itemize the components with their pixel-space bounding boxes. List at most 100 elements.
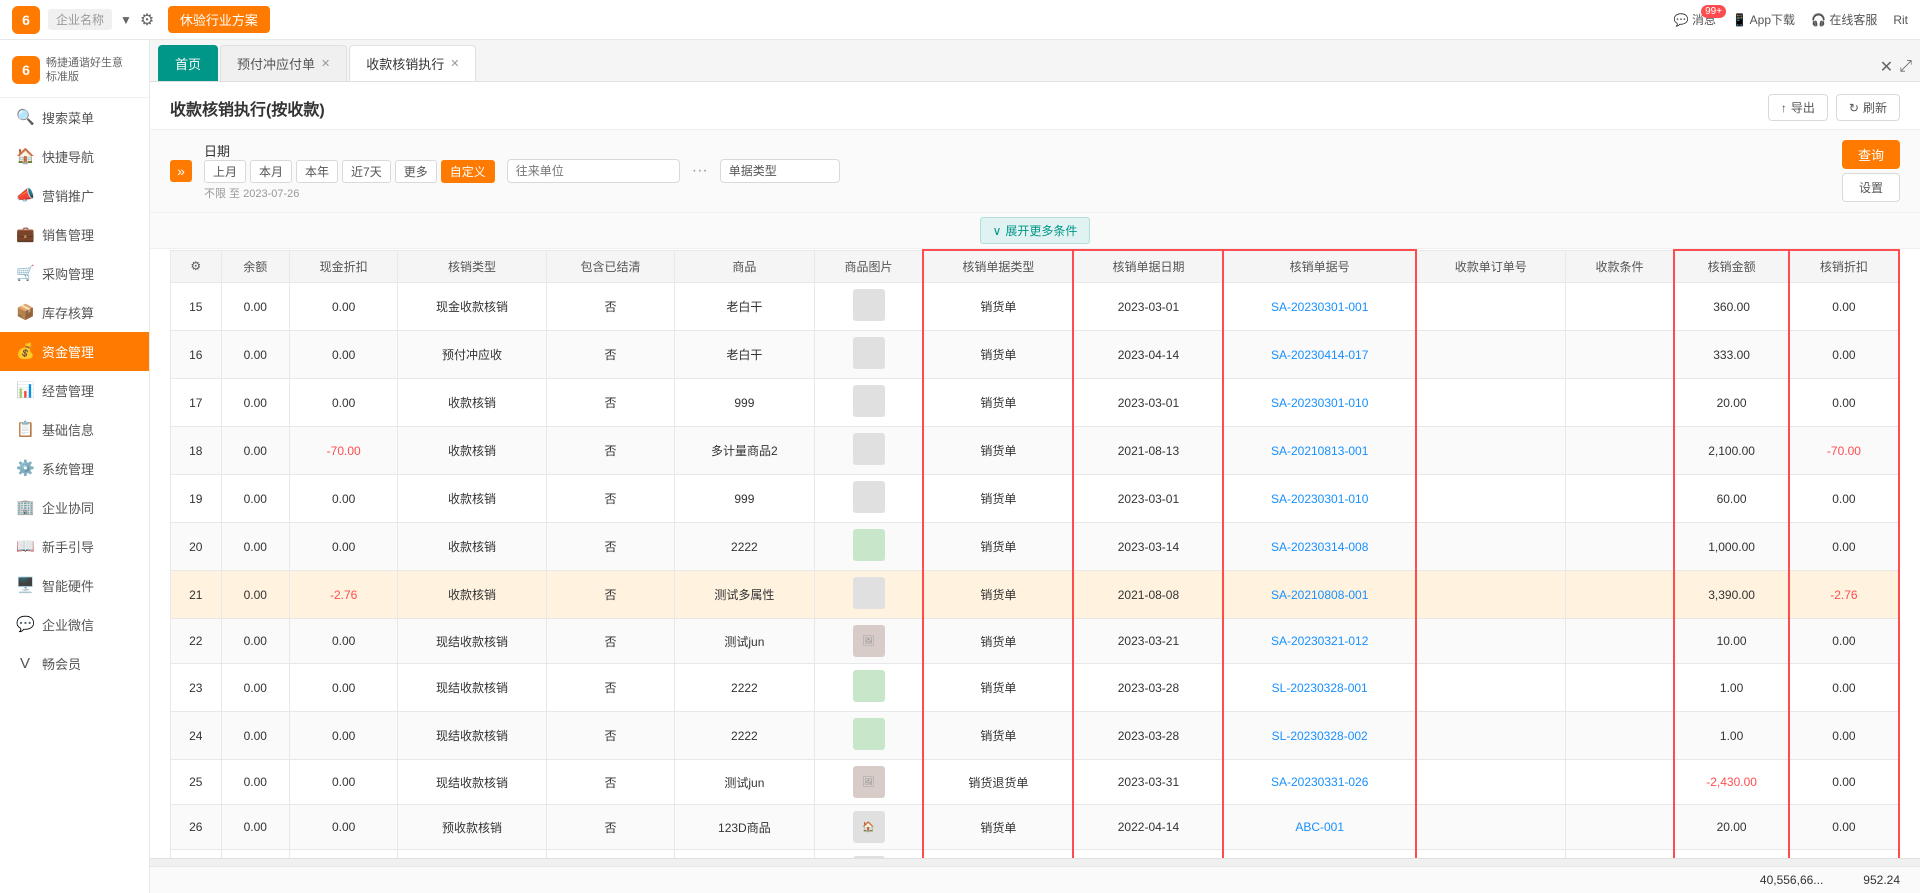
table-row: 21 0.00 -2.76 收款核销 否 测试多属性 销货单 2021-08-0… xyxy=(171,571,1900,619)
filter-setting-button[interactable]: 设置 xyxy=(1842,173,1900,202)
refresh-button[interactable]: ↻ 刷新 xyxy=(1836,94,1900,121)
export-button[interactable]: ↑ 导出 xyxy=(1768,94,1828,121)
filter-from-unit-input[interactable] xyxy=(507,159,680,183)
sidebar-item-inventory[interactable]: 📦 库存核算 xyxy=(0,293,149,332)
cell-receipt-order-no xyxy=(1416,619,1565,664)
tab-prepay-close[interactable]: ✕ xyxy=(321,57,330,70)
sidebar-item-member[interactable]: V 畅会员 xyxy=(0,644,149,683)
message-icon[interactable]: 💬 消息 99+ xyxy=(1674,11,1716,28)
filter-date-more[interactable]: 更多 xyxy=(395,160,437,183)
sidebar-label-finance: 资金管理 xyxy=(42,342,94,361)
cell-goods: 老白干 xyxy=(675,283,815,331)
sidebar-item-quicknav[interactable]: 🏠 快捷导航 xyxy=(0,137,149,176)
tab-home[interactable]: 首页 xyxy=(158,45,218,81)
filter-expand-button[interactable]: » xyxy=(170,160,192,182)
cell-goods-img xyxy=(814,850,923,859)
marketing-icon: 📣 xyxy=(16,186,34,204)
basicinfo-icon: 📋 xyxy=(16,420,34,438)
cell-goods-img xyxy=(814,427,923,475)
cell-include-settled: 否 xyxy=(546,619,674,664)
col-header-settings[interactable]: ⚙ xyxy=(171,250,222,283)
cell-receipt-condition xyxy=(1565,427,1674,475)
tab-prepay[interactable]: 预付冲应付单 ✕ xyxy=(220,45,347,81)
cell-writeoff-bill-no[interactable]: SA-20210808-001 xyxy=(1223,571,1415,619)
cell-writeoff-type: 现结收款核销 xyxy=(398,850,546,859)
cell-writeoff-type: 收款核销 xyxy=(398,571,546,619)
filter-date-thismonth[interactable]: 本月 xyxy=(250,160,292,183)
cell-receipt-order-no xyxy=(1416,760,1565,805)
sidebar-item-hardware[interactable]: 🖥️ 智能硬件 xyxy=(0,566,149,605)
cell-writeoff-bill-date: 2023-04-08 xyxy=(1073,850,1223,859)
sidebar-item-search[interactable]: 🔍 搜索菜单 xyxy=(0,98,149,137)
cell-receipt-order-no xyxy=(1416,331,1565,379)
sidebar-item-finance[interactable]: 💰 资金管理 xyxy=(0,332,149,371)
cell-writeoff-bill-no[interactable]: SA-20230321-012 xyxy=(1223,619,1415,664)
filter-date-custom[interactable]: 自定义 xyxy=(441,160,495,183)
filter-date-thisyear[interactable]: 本年 xyxy=(296,160,338,183)
dropdown-arrow[interactable]: ▼ xyxy=(120,13,132,27)
cell-writeoff-amount: 100.00 xyxy=(1674,850,1789,859)
cell-cash-discount: 0.00 xyxy=(289,664,397,712)
cell-writeoff-bill-no[interactable]: SL-20230408-001 xyxy=(1223,850,1415,859)
top-bar-left: 6 企业名称 ▼ ⚙ 休验行业方案 xyxy=(12,6,1666,34)
table-wrapper[interactable]: ⚙ 余额 现金折扣 核销类型 包含已结清 商品 商品图片 核销单据类型 核销单据… xyxy=(150,249,1920,858)
app-download-link[interactable]: 📱 App下载 xyxy=(1732,11,1795,28)
filter-expand-more-button[interactable]: ∨ 展开更多条件 xyxy=(980,217,1091,244)
cell-writeoff-bill-no[interactable]: SA-20230331-026 xyxy=(1223,760,1415,805)
cell-writeoff-bill-no[interactable]: SA-20230314-008 xyxy=(1223,523,1415,571)
sidebar: 6 畅捷通谐好生意 标准版 🔍 搜索菜单 🏠 快捷导航 📣 营销推广 💼 销售管… xyxy=(0,40,150,893)
cell-goods-img xyxy=(814,571,923,619)
cell-writeoff-bill-date: 2023-03-14 xyxy=(1073,523,1223,571)
sidebar-item-purchase[interactable]: 🛒 采购管理 xyxy=(0,254,149,293)
sidebar-item-enterprise[interactable]: 🏢 企业协同 xyxy=(0,488,149,527)
cell-writeoff-type: 现金收款核销 xyxy=(398,283,546,331)
cell-writeoff-bill-no[interactable]: SA-20230301-010 xyxy=(1223,379,1415,427)
sidebar-item-basicinfo[interactable]: 📋 基础信息 xyxy=(0,410,149,449)
cell-cash-discount: 0.00 xyxy=(289,760,397,805)
settings-icon[interactable]: ⚙ xyxy=(140,10,160,30)
solution-button[interactable]: 休验行业方案 xyxy=(168,6,270,33)
cell-writeoff-bill-no[interactable]: SL-20230328-001 xyxy=(1223,664,1415,712)
cell-writeoff-bill-no[interactable]: SA-20230301-010 xyxy=(1223,475,1415,523)
horizontal-scrollbar[interactable] xyxy=(150,858,1920,866)
sidebar-item-marketing[interactable]: 📣 营销推广 xyxy=(0,176,149,215)
cell-writeoff-discount: 0.00 xyxy=(1789,712,1899,760)
cell-writeoff-bill-no[interactable]: SA-20230301-001 xyxy=(1223,283,1415,331)
data-table: ⚙ 余额 现金折扣 核销类型 包含已结清 商品 商品图片 核销单据类型 核销单据… xyxy=(170,249,1900,858)
cell-writeoff-bill-type: 销货退货单 xyxy=(923,760,1073,805)
home-icon: 🏠 xyxy=(16,147,34,165)
sidebar-item-system[interactable]: ⚙️ 系统管理 xyxy=(0,449,149,488)
top-bar-right: 💬 消息 99+ 📱 App下载 🎧 在线客服 Rit xyxy=(1674,11,1908,28)
sidebar-item-business[interactable]: 📊 经营管理 xyxy=(0,371,149,410)
table-footer: 40,556,66... 952.24 xyxy=(150,866,1920,893)
sidebar-item-wechat[interactable]: 💬 企业微信 xyxy=(0,605,149,644)
sidebar-item-sales[interactable]: 💼 销售管理 xyxy=(0,215,149,254)
tab-receipt[interactable]: 收款核销执行 ✕ xyxy=(349,45,476,81)
tab-receipt-close[interactable]: ✕ xyxy=(450,57,459,70)
filter-search-button[interactable]: 查询 xyxy=(1842,140,1900,169)
sidebar-item-guide[interactable]: 📖 新手引导 xyxy=(0,527,149,566)
guide-icon: 📖 xyxy=(16,537,34,555)
cell-include-settled: 否 xyxy=(546,283,674,331)
cell-writeoff-bill-no[interactable]: SL-20230328-002 xyxy=(1223,712,1415,760)
cell-writeoff-bill-no[interactable]: SA-20210813-001 xyxy=(1223,427,1415,475)
filter-bill-type-select[interactable]: 单据类型 xyxy=(720,159,840,183)
cell-receipt-order-no xyxy=(1416,850,1565,859)
cell-writeoff-amount: 1,000.00 xyxy=(1674,523,1789,571)
tab-close-all-button[interactable]: ✕ xyxy=(1880,57,1893,77)
cell-writeoff-bill-no[interactable]: ABC-001 xyxy=(1223,805,1415,850)
cell-receipt-order-no xyxy=(1416,571,1565,619)
cell-receipt-condition xyxy=(1565,331,1674,379)
cell-balance: 0.00 xyxy=(221,379,289,427)
sidebar-label-marketing: 营销推广 xyxy=(42,186,94,205)
cell-writeoff-bill-date: 2021-08-08 xyxy=(1073,571,1223,619)
cell-balance: 0.00 xyxy=(221,331,289,379)
tab-maximize-button[interactable]: ⤢ xyxy=(1899,58,1912,76)
filter-date-7days[interactable]: 近7天 xyxy=(342,160,391,183)
filter-date-lastmonth[interactable]: 上月 xyxy=(204,160,246,183)
online-service-link[interactable]: 🎧 在线客服 xyxy=(1811,11,1877,28)
cell-writeoff-bill-no[interactable]: SA-20230414-017 xyxy=(1223,331,1415,379)
cell-writeoff-type: 预收款核销 xyxy=(398,805,546,850)
cell-writeoff-type: 现结收款核销 xyxy=(398,664,546,712)
cell-receipt-order-no xyxy=(1416,283,1565,331)
